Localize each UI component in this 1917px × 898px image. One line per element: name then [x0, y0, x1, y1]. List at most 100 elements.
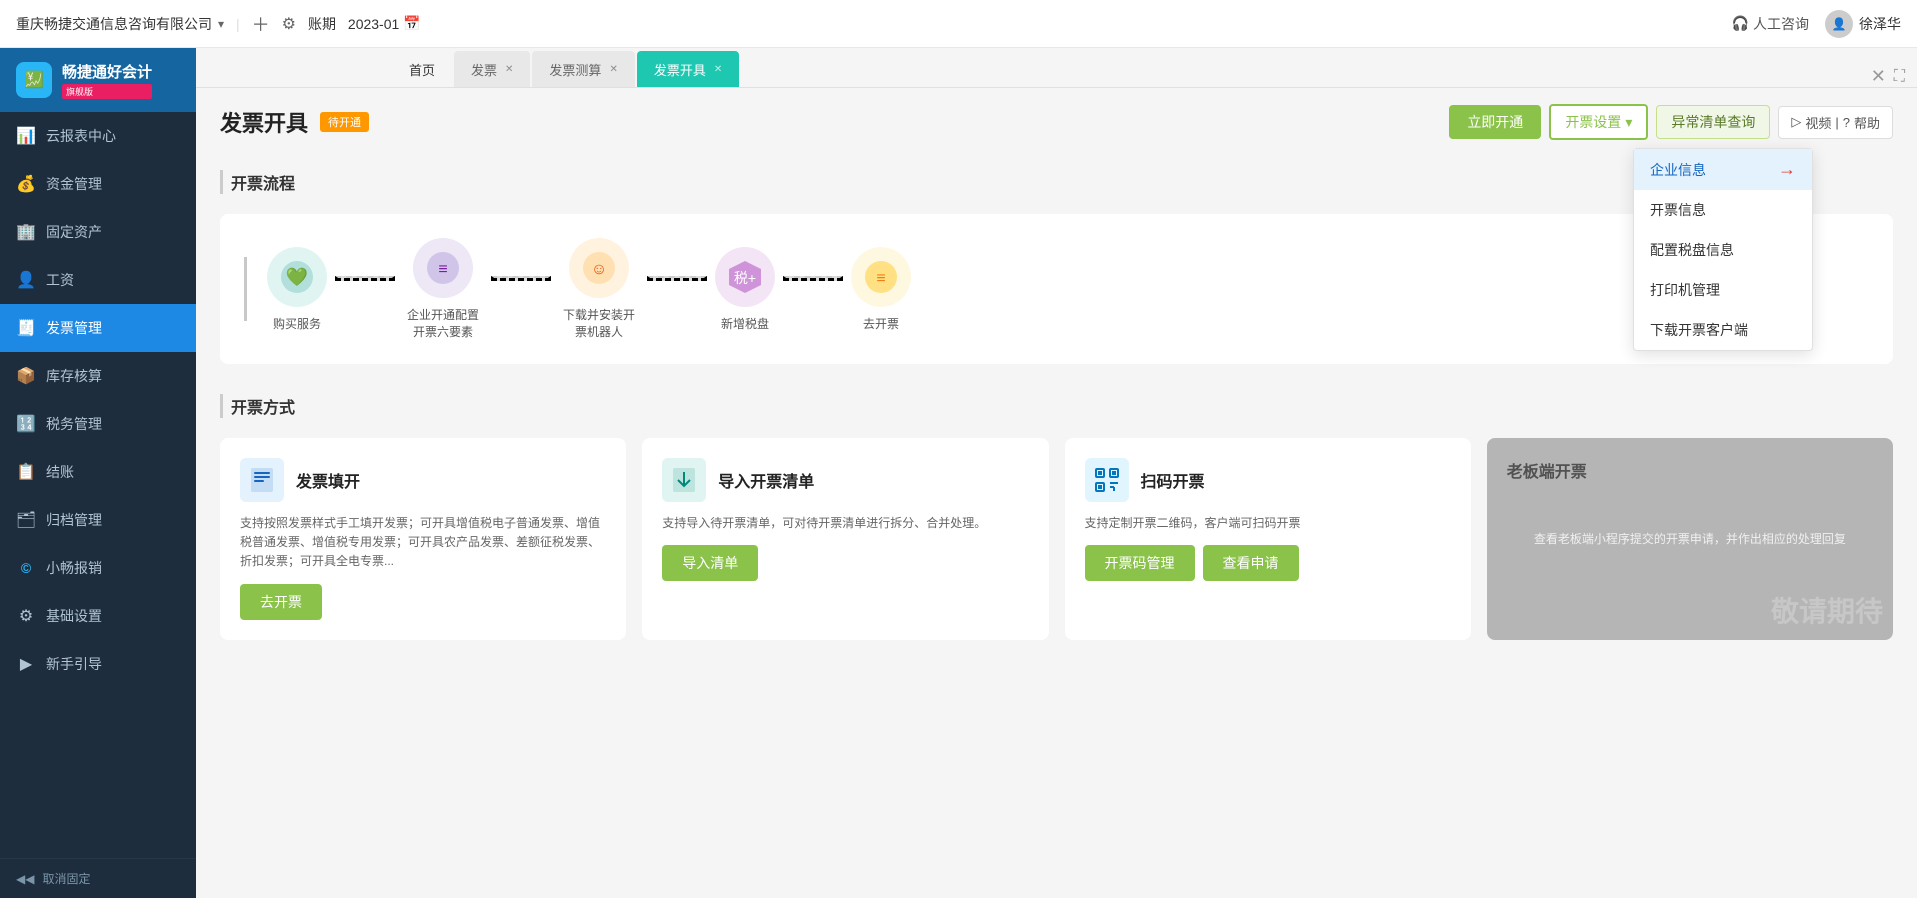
- go-invoice-button[interactable]: 去开票: [240, 584, 322, 620]
- payment-card-manual: 发票填开 支持按照发票样式手工填开发票；可开具增值税电子普通发票、增值税普通发票…: [220, 438, 626, 640]
- sidebar-item-fapiao[interactable]: 🧾 发票管理: [0, 304, 196, 352]
- dropdown-item-invoice[interactable]: 开票信息: [1634, 190, 1812, 230]
- sidebar-item-yunbao[interactable]: 📊 云报表中心: [0, 112, 196, 160]
- support-button[interactable]: 🎧 人工咨询: [1732, 14, 1809, 34]
- sidebar-item-xiaochang[interactable]: © 小畅报销: [0, 544, 196, 592]
- step-divider: [783, 276, 843, 281]
- tab-fapiao[interactable]: 发票 ✕: [454, 51, 530, 87]
- card-title: 扫码开票: [1141, 468, 1205, 492]
- dropdown-item-printer[interactable]: 打印机管理: [1634, 270, 1812, 310]
- sidebar-item-guidang[interactable]: 🗂 归档管理: [0, 496, 196, 544]
- page-actions: 立即开通 开票设置 ▾ 异常清单查询 ▷ 视频 | ? 帮助: [1449, 104, 1893, 140]
- close-tab-icon[interactable]: ✕: [609, 64, 617, 75]
- guding-icon: 🏢: [16, 222, 36, 242]
- sidebar-item-guding[interactable]: 🏢 固定资产: [0, 208, 196, 256]
- boss-card-overlay: 查看老板端小程序提交的开票申请，并作出相应的处理回复 敬请期待: [1487, 438, 1893, 640]
- xinshouyin-icon: ▶: [16, 654, 36, 674]
- close-tab-icon[interactable]: ✕: [714, 64, 722, 75]
- dropdown-item-taxdisk[interactable]: 配置税盘信息: [1634, 230, 1812, 270]
- dropdown-item-label: 开票信息: [1650, 200, 1706, 220]
- divider: |: [236, 16, 240, 32]
- card-desc: 支持定制开票二维码，客户端可扫码开票: [1085, 514, 1451, 533]
- sidebar-item-label: 新手引导: [46, 654, 180, 674]
- tab-label: 发票开具: [654, 60, 706, 79]
- card-desc: 支持导入待开票清单，可对待开票清单进行拆分、合并处理。: [662, 514, 1028, 533]
- page-title: 发票开具: [220, 106, 308, 138]
- sidebar-item-kucun[interactable]: 📦 库存核算: [0, 352, 196, 400]
- settings-dropdown-button[interactable]: 开票设置 ▾: [1549, 104, 1648, 140]
- tab-fapiaocesuan[interactable]: 发票测算 ✕: [532, 51, 634, 87]
- qr-manage-button[interactable]: 开票码管理: [1085, 545, 1195, 581]
- expand-window-button[interactable]: ⛶: [1894, 68, 1905, 86]
- step-divider: [335, 276, 395, 281]
- xiaochang-icon: ©: [16, 558, 36, 578]
- sidebar-item-zijin[interactable]: 💰 资金管理: [0, 160, 196, 208]
- activate-button[interactable]: 立即开通: [1449, 105, 1541, 139]
- yunbao-icon: 📊: [16, 126, 36, 146]
- overlay-watermark: 敬请期待: [1771, 590, 1883, 630]
- zijin-icon: 💰: [16, 174, 36, 194]
- anomaly-list-button[interactable]: 异常清单查询: [1656, 105, 1770, 139]
- status-badge: 待开通: [320, 112, 369, 132]
- payment-grid: 发票填开 支持按照发票样式手工填开发票；可开具增值税电子普通发票、增值税普通发票…: [220, 438, 1893, 640]
- dropdown-item-label: 企业信息: [1650, 160, 1706, 180]
- step-divider: [647, 276, 707, 281]
- jiezhang-icon: 📋: [16, 462, 36, 482]
- logo-badge: 旗舰版: [62, 84, 152, 99]
- settings-dropdown-menu: 企业信息 → 开票信息 配置税盘信息 打印机管理 下: [1633, 148, 1813, 351]
- divider: |: [1835, 115, 1838, 130]
- view-application-button[interactable]: 查看申请: [1203, 545, 1299, 581]
- import-list-button[interactable]: 导入清单: [662, 545, 758, 581]
- dropdown-item-company[interactable]: 企业信息 →: [1634, 149, 1812, 190]
- sidebar-item-jiezhang[interactable]: 📋 结账: [0, 448, 196, 496]
- step4-icon: 税+: [715, 247, 775, 307]
- collapse-sidebar-button[interactable]: ◀◀ 取消固定: [0, 858, 196, 898]
- tab-bar: 首页 发票 ✕ 发票测算 ✕ 发票开具 ✕ ✕ ⛶: [196, 48, 1917, 88]
- svg-text:≡: ≡: [438, 261, 447, 278]
- tab-home[interactable]: 首页: [392, 51, 452, 87]
- close-tab-icon[interactable]: ✕: [505, 64, 513, 75]
- main-layout: 💹 畅捷通好会计 旗舰版 📊 云报表中心 💰 资金管理 🏢 固定资产 👤 工资 …: [0, 48, 1917, 898]
- sidebar-item-label: 工资: [46, 270, 180, 290]
- sidebar-item-gongzi[interactable]: 👤 工资: [0, 256, 196, 304]
- step-divider: [491, 276, 551, 281]
- step4-label: 新增税盘: [721, 315, 769, 332]
- scan-invoice-icon: [1085, 458, 1129, 502]
- settings-icon[interactable]: ⚙: [282, 14, 296, 34]
- user-info-button[interactable]: 👤 徐泽华: [1825, 10, 1901, 38]
- sidebar-item-label: 云报表中心: [46, 126, 180, 146]
- sidebar-item-shuiwu[interactable]: 🔢 税务管理: [0, 400, 196, 448]
- top-bar: 重庆畅捷交通信息咨询有限公司 ▾ | ＋ ⚙ 账期 2023-01 📅 🎧 人工…: [0, 0, 1917, 48]
- manual-invoice-icon: [240, 458, 284, 502]
- gongzi-icon: 👤: [16, 270, 36, 290]
- sidebar-item-label: 固定资产: [46, 222, 180, 242]
- card-title: 发票填开: [296, 468, 360, 492]
- import-invoice-icon: [662, 458, 706, 502]
- sidebar-item-label: 结账: [46, 462, 180, 482]
- add-company-button[interactable]: ＋: [252, 11, 270, 37]
- calendar-icon[interactable]: 📅: [403, 15, 420, 32]
- step3-icon: ☺: [569, 238, 629, 298]
- chevron-down-icon: ▾: [1625, 114, 1632, 131]
- step1-label: 购买服务: [273, 315, 321, 332]
- video-help-button[interactable]: ▷ 视频 | ? 帮助: [1778, 106, 1893, 139]
- sidebar-item-xinshouyin[interactable]: ▶ 新手引导: [0, 640, 196, 688]
- company-selector[interactable]: 重庆畅捷交通信息咨询有限公司 ▾: [16, 14, 224, 34]
- help-label: 帮助: [1854, 113, 1880, 132]
- step1-icon: 💚: [267, 247, 327, 307]
- tab-fapiaokaipu[interactable]: 发票开具 ✕: [637, 51, 739, 87]
- chevron-down-icon: ▾: [218, 17, 224, 31]
- dropdown-item-download[interactable]: 下载开票客户端: [1634, 310, 1812, 350]
- logo-area: 💹 畅捷通好会计 旗舰版: [0, 48, 196, 112]
- flow-step-1: 💚 购买服务: [267, 247, 327, 332]
- collapse-icon: ◀◀: [16, 872, 34, 886]
- sidebar-item-label: 资金管理: [46, 174, 180, 194]
- user-name: 徐泽华: [1859, 14, 1901, 34]
- step2-label: 企业开通配置开票六要素: [403, 306, 483, 340]
- payment-section: 开票方式 发票填开 支持按照发票样式手工填开发票；可开具增值税电子普通发票、增值…: [220, 394, 1893, 640]
- close-window-button[interactable]: ✕: [1871, 66, 1886, 87]
- payment-card-boss: 老板端开票 查看老板端小程序提交的开票申请，并作出相应的处理回复 敬请期待: [1487, 438, 1893, 640]
- jichushezhi-icon: ⚙: [16, 606, 36, 626]
- flow-left-border: [244, 257, 247, 321]
- sidebar-item-jichushezhi[interactable]: ⚙ 基础设置: [0, 592, 196, 640]
